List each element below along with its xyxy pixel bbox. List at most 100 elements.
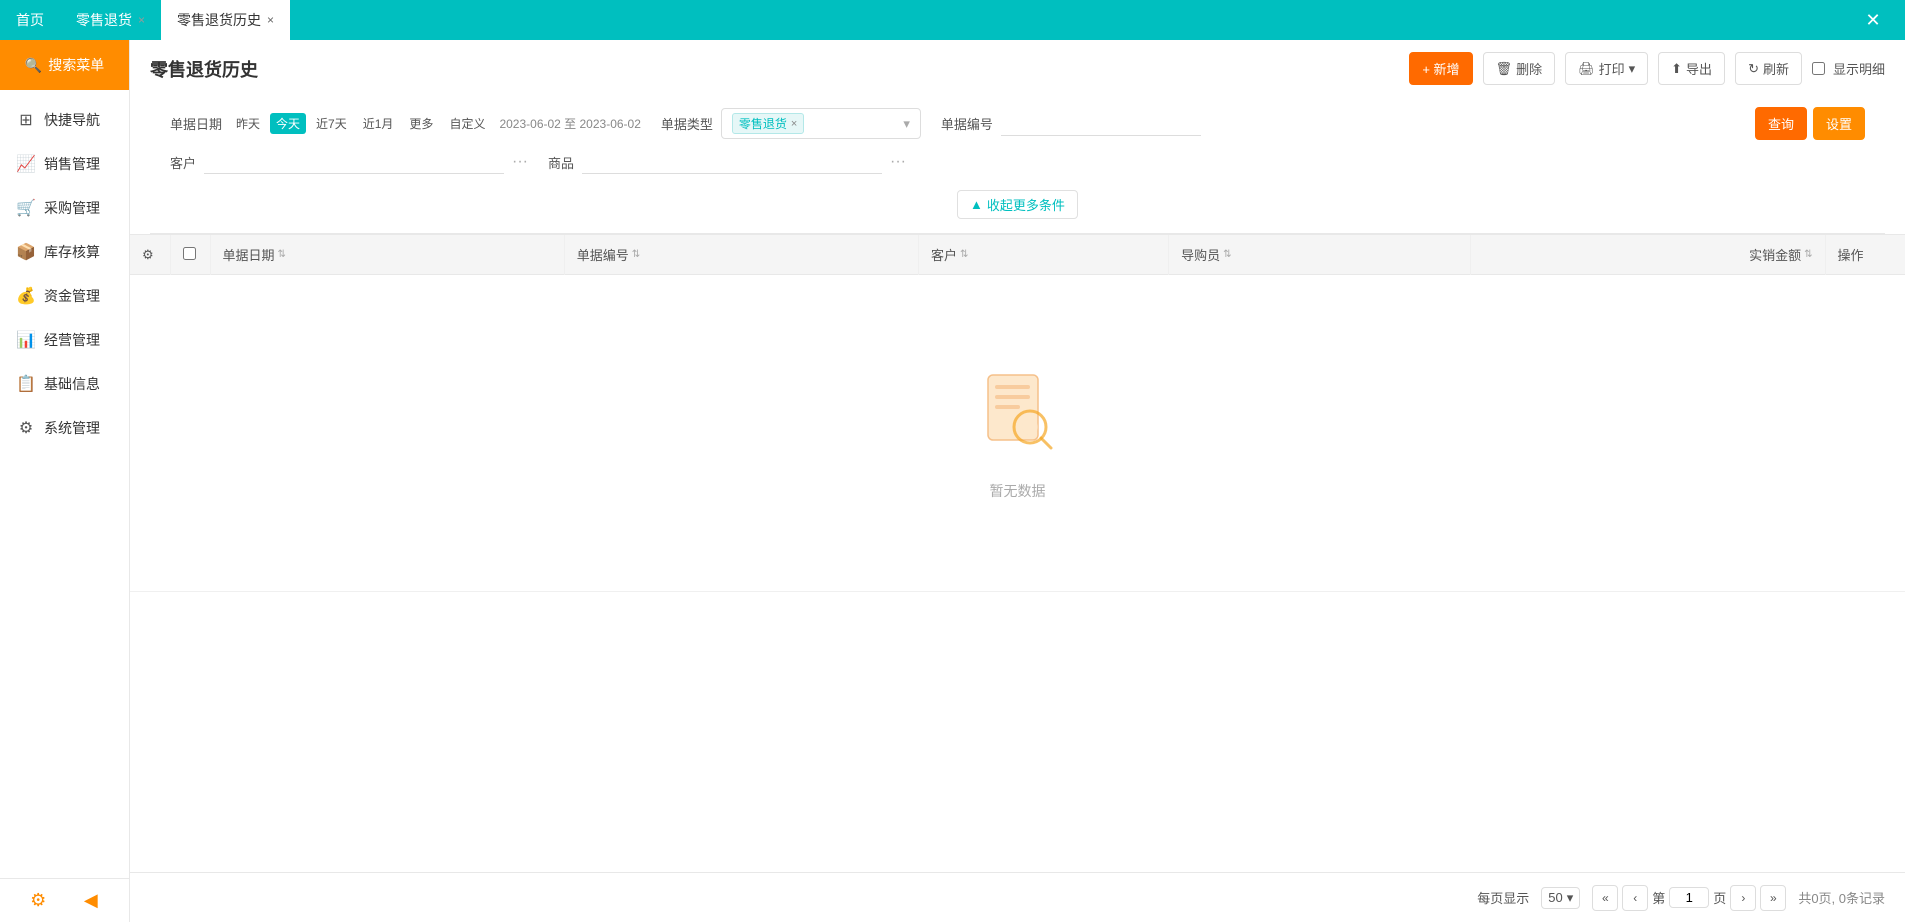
purchase-icon: 🛒 bbox=[16, 198, 36, 218]
sidebar-nav: ⊞ 快捷导航 📈 销售管理 🛒 采购管理 📦 库存核算 💰 资金管理 📊 bbox=[0, 90, 129, 878]
collapse-button[interactable]: ▲ 收起更多条件 bbox=[957, 190, 1078, 219]
sidebar-item-purchase-label: 采购管理 bbox=[44, 198, 100, 218]
table-body: 暂无数据 bbox=[130, 275, 1905, 592]
table-header-row: ⚙ 单据日期 ⇅ 单据编号 bbox=[130, 235, 1905, 275]
sort-bill-no-icon: ⇅ bbox=[632, 249, 640, 260]
last1m-btn[interactable]: 近1月 bbox=[357, 113, 400, 134]
customer-input[interactable] bbox=[204, 150, 504, 174]
table-wrapper: ⚙ 单据日期 ⇅ 单据编号 bbox=[130, 235, 1905, 872]
sidebar-item-sales[interactable]: 📈 销售管理 bbox=[0, 142, 129, 186]
th-actions-label: 操作 bbox=[1838, 248, 1864, 263]
sidebar-item-basic-info[interactable]: 📋 基础信息 bbox=[0, 362, 129, 406]
search-icon: 🔍 bbox=[25, 57, 42, 74]
tab-retail-return-history[interactable]: 零售退货历史 × bbox=[161, 0, 290, 40]
bill-type-dropdown-icon: ▾ bbox=[903, 116, 910, 132]
page-input[interactable] bbox=[1669, 887, 1709, 908]
goods-expand-icon[interactable]: ··· bbox=[890, 153, 906, 171]
quick-nav-icon: ⊞ bbox=[16, 110, 36, 130]
bill-no-input[interactable] bbox=[1001, 112, 1201, 136]
sort-bill-no[interactable]: 单据编号 ⇅ bbox=[577, 245, 640, 264]
sidebar-item-quick-nav[interactable]: ⊞ 快捷导航 bbox=[0, 98, 129, 142]
refresh-button[interactable]: ↻ 刷新 bbox=[1735, 52, 1802, 85]
th-customer: 客户 ⇅ bbox=[919, 235, 1169, 275]
next-page-button[interactable]: › bbox=[1730, 885, 1756, 911]
page-title: 零售退货历史 bbox=[150, 56, 258, 82]
th-guide: 导购员 ⇅ bbox=[1169, 235, 1471, 275]
display-toggle[interactable]: 显示明细 bbox=[1812, 59, 1885, 78]
print-button[interactable]: 🖨 打印 ▾ bbox=[1565, 52, 1648, 85]
sidebar-search-label: 搜索菜单 bbox=[48, 55, 104, 75]
collapse-arrow-icon: ▲ bbox=[970, 197, 983, 212]
sidebar-settings-btn[interactable]: ⚙ bbox=[22, 885, 54, 917]
sidebar-item-purchase[interactable]: 🛒 采购管理 bbox=[0, 186, 129, 230]
export-button[interactable]: ⬆ 导出 bbox=[1658, 52, 1725, 85]
more-btn[interactable]: 更多 bbox=[403, 113, 439, 134]
tab-retail-return-history-label: 零售退货历史 bbox=[177, 10, 261, 30]
operation-icon: 📊 bbox=[16, 330, 36, 350]
sort-bill-date[interactable]: 单据日期 ⇅ bbox=[223, 245, 286, 264]
sidebar-item-system[interactable]: ⚙ 系统管理 bbox=[0, 406, 129, 450]
print-icon: 🖨 bbox=[1578, 61, 1595, 77]
sort-guide[interactable]: 导购员 ⇅ bbox=[1181, 245, 1231, 264]
display-toggle-checkbox[interactable] bbox=[1812, 62, 1825, 75]
query-button[interactable]: 查询 bbox=[1755, 107, 1807, 140]
tab-retail-return[interactable]: 零售退货 × bbox=[60, 0, 161, 40]
sidebar-item-inventory[interactable]: 📦 库存核算 bbox=[0, 230, 129, 274]
bill-type-select[interactable]: 零售退货 × ▾ bbox=[721, 108, 921, 139]
customer-filter: 客户 ··· bbox=[170, 150, 528, 174]
goods-input[interactable] bbox=[582, 150, 882, 174]
yesterday-btn[interactable]: 昨天 bbox=[230, 113, 266, 134]
add-button[interactable]: + 新增 bbox=[1409, 52, 1472, 85]
page-size-dropdown-icon: ▾ bbox=[1567, 890, 1574, 906]
sidebar-item-operation[interactable]: 📊 经营管理 bbox=[0, 318, 129, 362]
bill-no-filter: 单据编号 bbox=[941, 112, 1201, 136]
today-btn[interactable]: 今天 bbox=[270, 113, 306, 134]
th-bill-no-label: 单据编号 bbox=[577, 245, 629, 264]
page-title-row: 零售退货历史 + 新增 🗑 删除 🖨 打印 ▾ ⬆ 导出 bbox=[150, 52, 1885, 85]
sort-bill-date-icon: ⇅ bbox=[278, 249, 286, 260]
page-size-select[interactable]: 50 ▾ bbox=[1541, 887, 1580, 909]
filter-row-1: 单据日期 昨天 今天 近7天 近1月 更多 自定义 2023-06-02 至 2… bbox=[170, 107, 1865, 140]
th-bill-no: 单据编号 ⇅ bbox=[564, 235, 918, 275]
data-table: ⚙ 单据日期 ⇅ 单据编号 bbox=[130, 235, 1905, 592]
th-bill-date: 单据日期 ⇅ bbox=[210, 235, 564, 275]
page-label: 第 bbox=[1652, 888, 1665, 907]
settings-icon[interactable]: ⚙ bbox=[142, 247, 154, 262]
delete-button[interactable]: 🗑 删除 bbox=[1483, 52, 1556, 85]
bill-type-tag: 零售退货 × bbox=[732, 113, 804, 134]
window-close-button[interactable]: ✕ bbox=[1857, 4, 1889, 36]
collapse-label: 收起更多条件 bbox=[987, 195, 1065, 214]
sort-customer[interactable]: 客户 ⇅ bbox=[931, 245, 968, 264]
settings-button[interactable]: 设置 bbox=[1813, 107, 1865, 140]
bill-no-label: 单据编号 bbox=[941, 114, 993, 133]
sidebar-collapse-btn[interactable]: ◀ bbox=[75, 885, 107, 917]
date-shortcuts: 昨天 今天 近7天 近1月 更多 自定义 bbox=[230, 113, 491, 134]
bill-type-tag-close[interactable]: × bbox=[791, 118, 797, 130]
sidebar-item-system-label: 系统管理 bbox=[44, 418, 100, 438]
tab-home[interactable]: 首页 bbox=[0, 0, 60, 40]
custom-btn[interactable]: 自定义 bbox=[443, 113, 491, 134]
sort-amount[interactable]: 实销金额 ⇅ bbox=[1749, 245, 1812, 264]
sidebar-item-finance[interactable]: 💰 资金管理 bbox=[0, 274, 129, 318]
delete-icon: 🗑 bbox=[1496, 61, 1513, 77]
last-page-button[interactable]: » bbox=[1760, 885, 1786, 911]
first-page-button[interactable]: « bbox=[1592, 885, 1618, 911]
sidebar-search[interactable]: 🔍 搜索菜单 bbox=[0, 40, 129, 90]
sidebar-item-finance-label: 资金管理 bbox=[44, 286, 100, 306]
last7-btn[interactable]: 近7天 bbox=[310, 113, 353, 134]
page-unit: 页 bbox=[1713, 888, 1726, 907]
tab-retail-return-history-close[interactable]: × bbox=[267, 13, 274, 27]
th-settings: ⚙ bbox=[130, 235, 170, 275]
page-size-label: 每页显示 bbox=[1477, 888, 1529, 907]
collapse-row: ▲ 收起更多条件 bbox=[170, 184, 1865, 223]
prev-page-button[interactable]: ‹ bbox=[1622, 885, 1648, 911]
select-all-checkbox[interactable] bbox=[183, 247, 196, 260]
top-bar: 首页 零售退货 × 零售退货历史 × ✕ bbox=[0, 0, 1905, 40]
tab-retail-return-close[interactable]: × bbox=[138, 13, 145, 27]
top-bar-right: ✕ bbox=[1857, 4, 1905, 36]
bill-date-filter: 单据日期 昨天 今天 近7天 近1月 更多 自定义 2023-06-02 至 2… bbox=[170, 113, 641, 134]
date-range: 2023-06-02 至 2023-06-02 bbox=[499, 115, 640, 132]
customer-expand-icon[interactable]: ··· bbox=[512, 153, 528, 171]
empty-cell: 暂无数据 bbox=[130, 275, 1905, 592]
sidebar-item-quick-nav-label: 快捷导航 bbox=[44, 110, 100, 130]
